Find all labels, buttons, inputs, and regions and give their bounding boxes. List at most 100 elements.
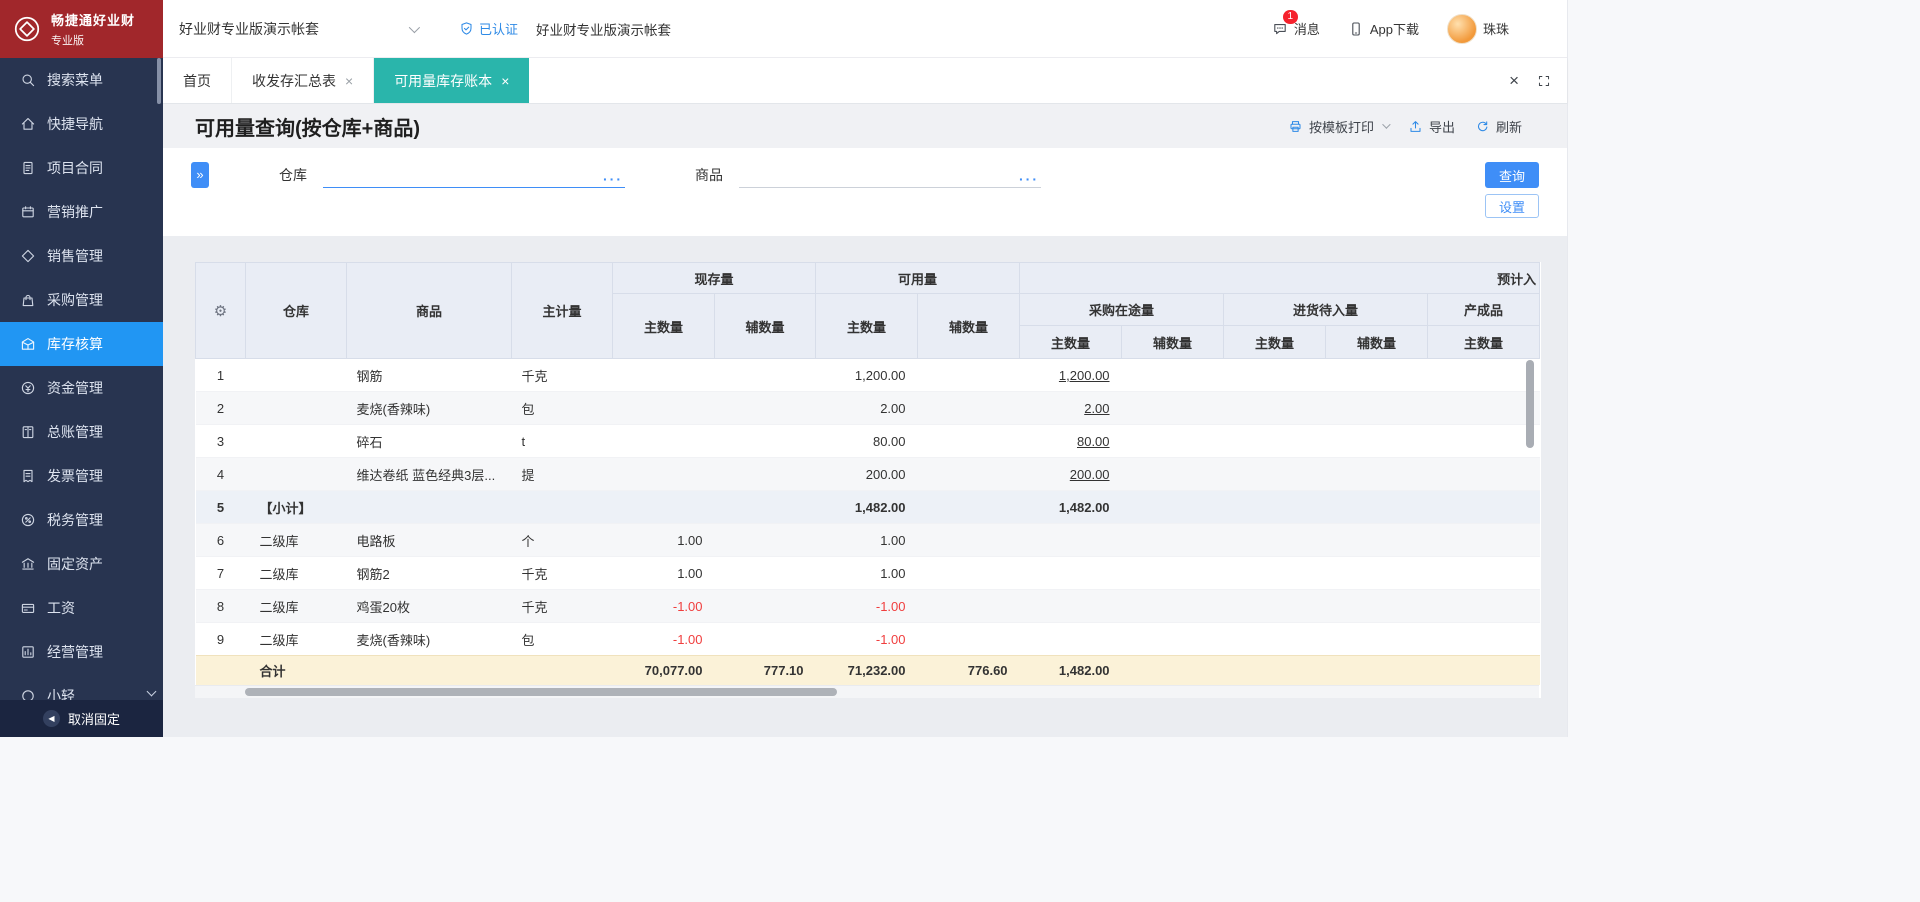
filter-bar: » 仓库 ··· 商品 ··· 查询 设置 bbox=[163, 148, 1567, 236]
drill-link-cell[interactable]: 80.00 bbox=[1020, 425, 1122, 458]
sidebar-item-operation[interactable]: 经营管理 bbox=[0, 630, 163, 674]
table-horizontal-scrollbar[interactable] bbox=[195, 685, 1539, 698]
sidebar-item-ledger[interactable]: 总账管理 bbox=[0, 410, 163, 454]
cell: 千克 bbox=[512, 557, 613, 590]
sidebar-item-home[interactable]: 快捷导航 bbox=[0, 102, 163, 146]
table-row[interactable]: 4维达卷纸 蓝色经典3层...提200.00200.00 bbox=[196, 458, 1540, 491]
cell: 二级库 bbox=[246, 557, 347, 590]
table-row[interactable]: 7二级库钢筋2千克1.001.00 bbox=[196, 557, 1540, 590]
account-set-selector[interactable]: 好业财专业版演示帐套 bbox=[179, 19, 417, 39]
horizontal-scroll-thumb[interactable] bbox=[245, 688, 837, 696]
header-warehouse[interactable]: 仓库 bbox=[246, 263, 347, 359]
drill-link-cell[interactable]: 2.00 bbox=[1020, 392, 1122, 425]
cell bbox=[1428, 491, 1540, 524]
export-button[interactable]: 导出 bbox=[1408, 117, 1455, 136]
header-onhand-aux[interactable]: 辅数量 bbox=[715, 294, 816, 359]
warehouse-picker-ellipsis-icon[interactable]: ··· bbox=[603, 172, 623, 186]
user-menu[interactable]: 珠珠 bbox=[1447, 14, 1509, 44]
product-picker-ellipsis-icon[interactable]: ··· bbox=[1019, 172, 1039, 186]
gear-icon[interactable]: ⚙ bbox=[214, 302, 227, 320]
sidebar-menu: 搜索菜单快捷导航项目合同营销推广销售管理采购管理库存核算资金管理总账管理发票管理… bbox=[0, 58, 163, 718]
cell bbox=[1326, 557, 1428, 590]
sidebar-item-purchase[interactable]: 采购管理 bbox=[0, 278, 163, 322]
table-row[interactable]: 2麦烧(香辣味)包2.002.00 bbox=[196, 392, 1540, 425]
header-available-aux[interactable]: 辅数量 bbox=[918, 294, 1020, 359]
tax-icon bbox=[20, 512, 36, 528]
cell: 1,482.00 bbox=[1020, 491, 1122, 524]
messages-button[interactable]: 1 消息 bbox=[1272, 19, 1320, 38]
close-all-tabs-icon[interactable]: × bbox=[1509, 72, 1519, 89]
sidebar-item-label: 工资 bbox=[47, 598, 75, 618]
sidebar-item-search[interactable]: 搜索菜单 bbox=[0, 58, 163, 102]
header-unit[interactable]: 主计量 bbox=[512, 263, 613, 359]
cell bbox=[1326, 623, 1428, 656]
header-available-main[interactable]: 主数量 bbox=[816, 294, 918, 359]
expand-filters-button[interactable]: » bbox=[191, 162, 209, 188]
invoice-icon bbox=[20, 468, 36, 484]
settings-button[interactable]: 设置 bbox=[1485, 194, 1539, 218]
warehouse-filter-input[interactable]: ··· bbox=[323, 162, 625, 188]
tab-close-icon[interactable]: × bbox=[501, 74, 509, 88]
header-incoming-main[interactable]: 主数量 bbox=[1224, 326, 1326, 359]
header-product[interactable]: 商品 bbox=[347, 263, 512, 359]
funds-icon bbox=[20, 380, 36, 396]
cell bbox=[246, 392, 347, 425]
sidebar-item-contract[interactable]: 项目合同 bbox=[0, 146, 163, 190]
cell: 1.00 bbox=[816, 557, 918, 590]
sales-icon bbox=[20, 248, 36, 264]
table-vertical-scrollbar[interactable] bbox=[1526, 360, 1534, 648]
header-transit-aux[interactable]: 辅数量 bbox=[1122, 326, 1224, 359]
tab-1[interactable]: 首页 bbox=[163, 58, 232, 103]
cell bbox=[715, 590, 816, 623]
sidebar-item-salary[interactable]: 工资 bbox=[0, 586, 163, 630]
cell bbox=[918, 590, 1020, 623]
tab-close-icon[interactable]: × bbox=[345, 74, 353, 88]
drill-link-cell[interactable]: 1,200.00 bbox=[1020, 359, 1122, 392]
cell bbox=[1326, 491, 1428, 524]
sidebar-item-tax[interactable]: 税务管理 bbox=[0, 498, 163, 542]
sidebar-scrollbar[interactable] bbox=[157, 58, 161, 104]
app-download-button[interactable]: App下载 bbox=[1348, 19, 1419, 38]
header-finished-main[interactable]: 主数量 bbox=[1428, 326, 1540, 359]
header-onhand-main[interactable]: 主数量 bbox=[613, 294, 715, 359]
top-bar: 畅捷通好业财 专业版 好业财专业版演示帐套 已认证 好业财专业版演示帐套 1 消… bbox=[0, 0, 1567, 58]
tab-3[interactable]: 可用量库存账本× bbox=[374, 58, 529, 103]
table-row[interactable]: 8二级库鸡蛋20枚千克-1.00-1.00 bbox=[196, 590, 1540, 623]
sidebar-item-assets[interactable]: 固定资产 bbox=[0, 542, 163, 586]
cell bbox=[715, 458, 816, 491]
header-incoming-aux[interactable]: 辅数量 bbox=[1326, 326, 1428, 359]
cell: 二级库 bbox=[246, 590, 347, 623]
cell bbox=[1224, 590, 1326, 623]
drill-link-cell[interactable]: 200.00 bbox=[1020, 458, 1122, 491]
sidebar-item-promo[interactable]: 营销推广 bbox=[0, 190, 163, 234]
cell bbox=[918, 524, 1020, 557]
unpin-button[interactable]: ◀ 取消固定 bbox=[0, 700, 163, 737]
table-row[interactable]: 6二级库电路板个1.001.00 bbox=[196, 524, 1540, 557]
header-transit-main[interactable]: 主数量 bbox=[1020, 326, 1122, 359]
cell: 6 bbox=[196, 524, 246, 557]
fullscreen-icon[interactable] bbox=[1537, 74, 1551, 88]
vertical-scroll-thumb[interactable] bbox=[1526, 360, 1534, 448]
subtotal-row[interactable]: 5【小计】1,482.001,482.00 bbox=[196, 491, 1540, 524]
sidebar-item-funds[interactable]: 资金管理 bbox=[0, 366, 163, 410]
verified-badge[interactable]: 已认证 bbox=[459, 19, 518, 38]
tab-2[interactable]: 收发存汇总表× bbox=[232, 58, 374, 103]
top-bar-content: 好业财专业版演示帐套 已认证 好业财专业版演示帐套 1 消息 App下载 bbox=[163, 0, 1567, 58]
cell: 钢筋 bbox=[347, 359, 512, 392]
sidebar-item-inventory[interactable]: 库存核算 bbox=[0, 322, 163, 366]
contract-icon bbox=[20, 160, 36, 176]
shield-check-icon bbox=[459, 21, 474, 36]
refresh-button[interactable]: 刷新 bbox=[1475, 117, 1522, 136]
table-row[interactable]: 3碎石t80.0080.00 bbox=[196, 425, 1540, 458]
product-filter-input[interactable]: ··· bbox=[739, 162, 1041, 188]
cell: 1.00 bbox=[613, 557, 715, 590]
cell: 200.00 bbox=[816, 458, 918, 491]
print-by-template-button[interactable]: 按模板打印 bbox=[1288, 117, 1388, 136]
sidebar-item-invoice[interactable]: 发票管理 bbox=[0, 454, 163, 498]
query-button[interactable]: 查询 bbox=[1485, 162, 1539, 188]
table-row[interactable]: 1钢筋千克1,200.001,200.00 bbox=[196, 359, 1540, 392]
table-row[interactable]: 9二级库麦烧(香辣味)包-1.00-1.00 bbox=[196, 623, 1540, 656]
total-row: 合计70,077.00777.1071,232.00776.601,482.00 bbox=[196, 656, 1540, 685]
cell: 8 bbox=[196, 590, 246, 623]
sidebar-item-sales[interactable]: 销售管理 bbox=[0, 234, 163, 278]
